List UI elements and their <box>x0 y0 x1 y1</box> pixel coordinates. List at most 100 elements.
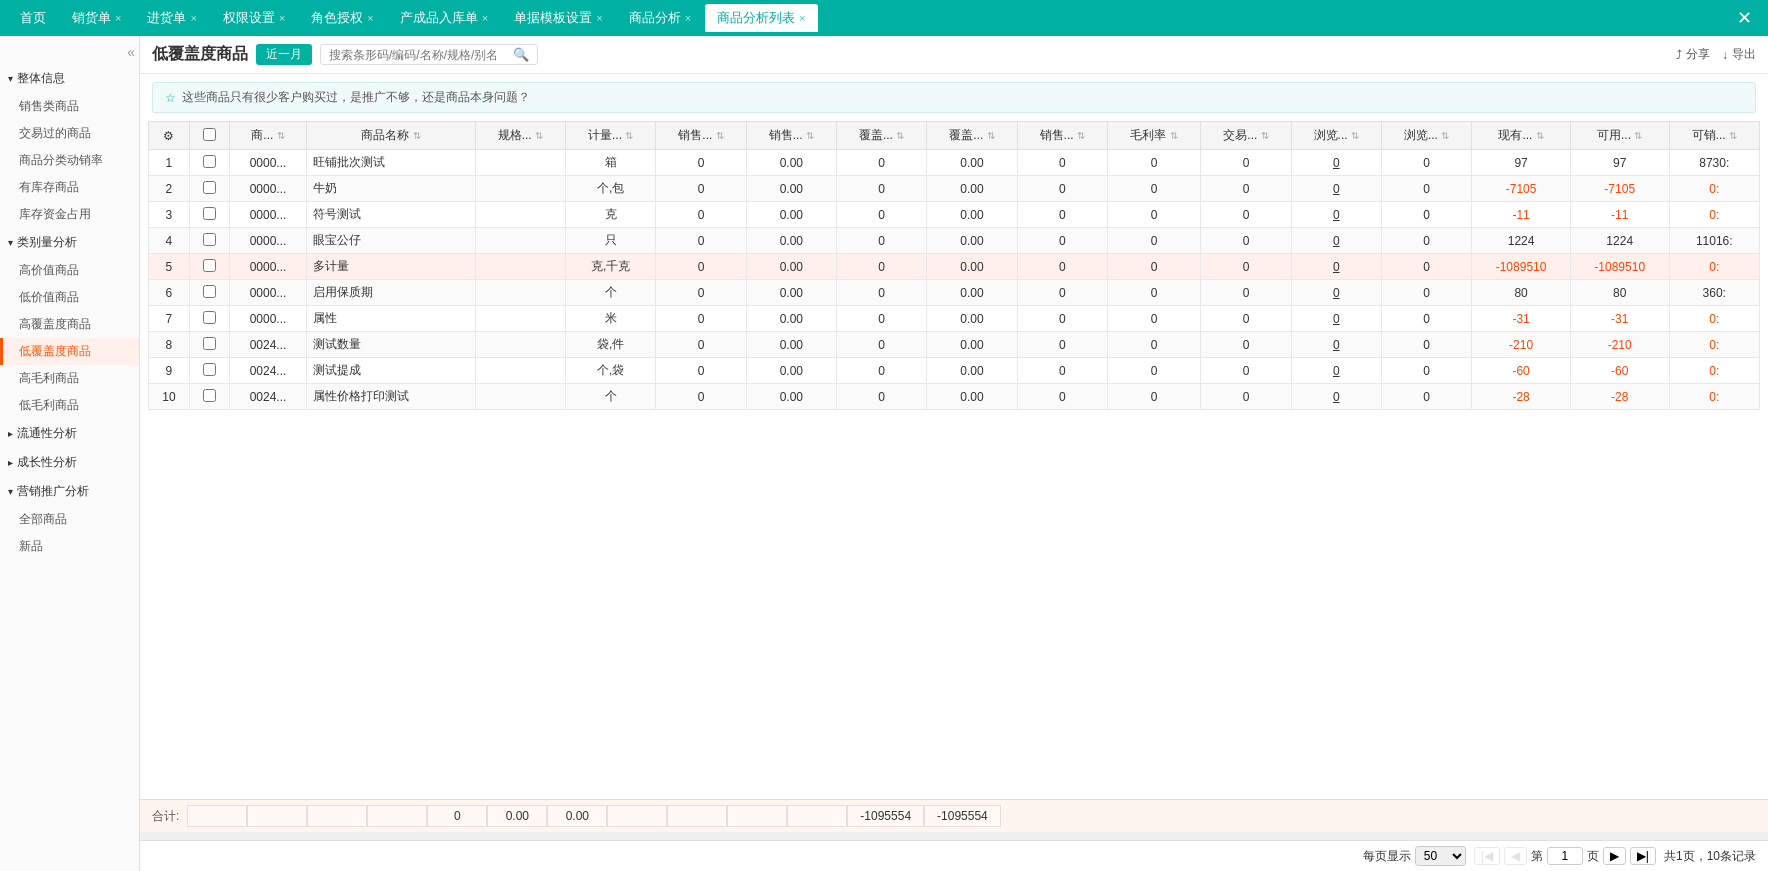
sidebar-item-low-coverage[interactable]: 低覆盖度商品 <box>0 338 139 365</box>
row-no: 8 <box>149 332 190 358</box>
summary-current-total: -1095554 <box>847 805 924 827</box>
nav-tab-permissions[interactable]: 权限设置 × <box>211 4 297 32</box>
row-browse1-link[interactable]: 0 <box>1333 156 1340 170</box>
sidebar-item-new-products[interactable]: 新品 <box>0 533 139 560</box>
row-checkbox-input[interactable] <box>203 233 216 246</box>
row-browse1-link[interactable]: 0 <box>1333 234 1340 248</box>
sidebar-group-category[interactable]: ▾ 类别量分析 <box>0 228 139 257</box>
row-sales3: 0 <box>1017 332 1107 358</box>
row-gross: 0 <box>1107 358 1200 384</box>
col-checkbox[interactable] <box>189 122 229 150</box>
row-checkbox-input[interactable] <box>203 285 216 298</box>
col-code[interactable]: 商... ⇅ <box>230 122 307 150</box>
export-button[interactable]: ↓ 导出 <box>1722 46 1756 63</box>
sidebar-collapse-button[interactable]: « <box>127 44 135 60</box>
summary-coverage-total: 0.00 <box>547 805 607 827</box>
close-icon[interactable]: × <box>685 12 691 24</box>
nav-tab-production[interactable]: 产成品入库单 × <box>388 4 500 32</box>
select-all-checkbox[interactable] <box>203 128 216 141</box>
nav-tab-sales[interactable]: 销货单 × <box>60 4 133 32</box>
row-code: 0024... <box>230 358 307 384</box>
nav-tab-purchase[interactable]: 进货单 × <box>135 4 208 32</box>
row-checkbox-input[interactable] <box>203 259 216 272</box>
sidebar-item-in-stock[interactable]: 有库存商品 <box>0 174 139 201</box>
close-icon[interactable]: × <box>367 12 373 24</box>
sidebar-item-low-value[interactable]: 低价值商品 <box>0 284 139 311</box>
sidebar-group-marketing[interactable]: ▾ 营销推广分析 <box>0 477 139 506</box>
close-icon[interactable]: × <box>596 12 602 24</box>
close-icon[interactable]: × <box>482 12 488 24</box>
page-size-dropdown[interactable]: 20 50 100 200 <box>1415 846 1466 866</box>
sidebar-group-flow[interactable]: ▸ 流通性分析 <box>0 419 139 448</box>
row-browse1: 0 <box>1291 150 1381 176</box>
close-icon[interactable]: × <box>279 12 285 24</box>
col-sales2[interactable]: 销售... ⇅ <box>746 122 836 150</box>
page-input[interactable] <box>1547 847 1583 865</box>
col-sales1[interactable]: 销售... ⇅ <box>656 122 746 150</box>
row-sales1: 0 <box>656 358 746 384</box>
close-icon[interactable]: × <box>115 12 121 24</box>
row-browse1-link[interactable]: 0 <box>1333 182 1340 196</box>
sidebar-item-high-value[interactable]: 高价值商品 <box>0 257 139 284</box>
sidebar-item-high-coverage[interactable]: 高覆盖度商品 <box>0 311 139 338</box>
row-browse1-link[interactable]: 0 <box>1333 286 1340 300</box>
row-browse1-link[interactable]: 0 <box>1333 390 1340 404</box>
col-available[interactable]: 可用... ⇅ <box>1570 122 1669 150</box>
nav-tab-analysis-list[interactable]: 商品分析列表 × <box>705 4 817 32</box>
col-sellable[interactable]: 可销... ⇅ <box>1669 122 1759 150</box>
sidebar-item-capital-use[interactable]: 库存资金占用 <box>0 201 139 228</box>
row-checkbox-input[interactable] <box>203 311 216 324</box>
row-browse1-link[interactable]: 0 <box>1333 260 1340 274</box>
row-checkbox-input[interactable] <box>203 181 216 194</box>
col-unit[interactable]: 计量... ⇅ <box>566 122 656 150</box>
first-page-button[interactable]: |◀ <box>1474 847 1500 865</box>
nav-tab-home[interactable]: 首页 <box>8 4 58 32</box>
next-page-button[interactable]: ▶ <box>1603 847 1626 865</box>
close-icon[interactable]: × <box>799 12 805 24</box>
col-name[interactable]: 商品名称 ⇅ <box>306 122 475 150</box>
filter-period-button[interactable]: 近一月 <box>256 44 312 65</box>
sidebar-item-low-margin[interactable]: 低毛利商品 <box>0 392 139 419</box>
sidebar-item-high-margin[interactable]: 高毛利商品 <box>0 365 139 392</box>
row-checkbox-input[interactable] <box>203 389 216 402</box>
col-trade[interactable]: 交易... ⇅ <box>1201 122 1291 150</box>
sidebar-item-all-products[interactable]: 全部商品 <box>0 506 139 533</box>
col-gross[interactable]: 毛利率 ⇅ <box>1107 122 1200 150</box>
row-checkbox-input[interactable] <box>203 155 216 168</box>
share-button[interactable]: ⤴ 分享 <box>1676 46 1710 63</box>
sidebar-item-sales-products[interactable]: 销售类商品 <box>0 93 139 120</box>
nav-tab-template[interactable]: 单据模板设置 × <box>502 4 614 32</box>
col-browse2[interactable]: 浏览... ⇅ <box>1381 122 1471 150</box>
sidebar-item-traded-products[interactable]: 交易过的商品 <box>0 120 139 147</box>
col-coverage2[interactable]: 覆盖... ⇅ <box>927 122 1017 150</box>
row-checkbox-input[interactable] <box>203 207 216 220</box>
horizontal-scrollbar[interactable] <box>140 832 1768 840</box>
row-browse1-link[interactable]: 0 <box>1333 364 1340 378</box>
row-checkbox <box>189 202 229 228</box>
col-sales3[interactable]: 销售... ⇅ <box>1017 122 1107 150</box>
row-browse1-link[interactable]: 0 <box>1333 208 1340 222</box>
col-browse1[interactable]: 浏览... ⇅ <box>1291 122 1381 150</box>
close-icon[interactable]: × <box>190 12 196 24</box>
nav-tab-analysis[interactable]: 商品分析 × <box>617 4 703 32</box>
search-icon[interactable]: 🔍 <box>513 47 529 62</box>
row-checkbox-input[interactable] <box>203 363 216 376</box>
col-current[interactable]: 现有... ⇅ <box>1472 122 1571 150</box>
sidebar-item-category-turnover[interactable]: 商品分类动销率 <box>0 147 139 174</box>
last-page-button[interactable]: ▶| <box>1630 847 1656 865</box>
row-browse1-link[interactable]: 0 <box>1333 338 1340 352</box>
col-coverage1[interactable]: 覆盖... ⇅ <box>836 122 926 150</box>
sidebar-group-overview[interactable]: ▾ 整体信息 <box>0 64 139 93</box>
search-input[interactable] <box>329 48 509 62</box>
row-checkbox-input[interactable] <box>203 337 216 350</box>
row-browse1-link[interactable]: 0 <box>1333 312 1340 326</box>
sidebar-group-growth[interactable]: ▸ 成长性分析 <box>0 448 139 477</box>
window-close-button[interactable]: ✕ <box>1729 7 1760 29</box>
nav-tab-roles[interactable]: 角色授权 × <box>299 4 385 32</box>
header-actions: ⤴ 分享 ↓ 导出 <box>1676 46 1756 63</box>
search-box: 🔍 <box>320 44 538 65</box>
col-spec[interactable]: 规格... ⇅ <box>475 122 565 150</box>
prev-page-button[interactable]: ◀ <box>1504 847 1527 865</box>
row-sales3: 0 <box>1017 202 1107 228</box>
col-settings[interactable]: ⚙ <box>149 122 190 150</box>
